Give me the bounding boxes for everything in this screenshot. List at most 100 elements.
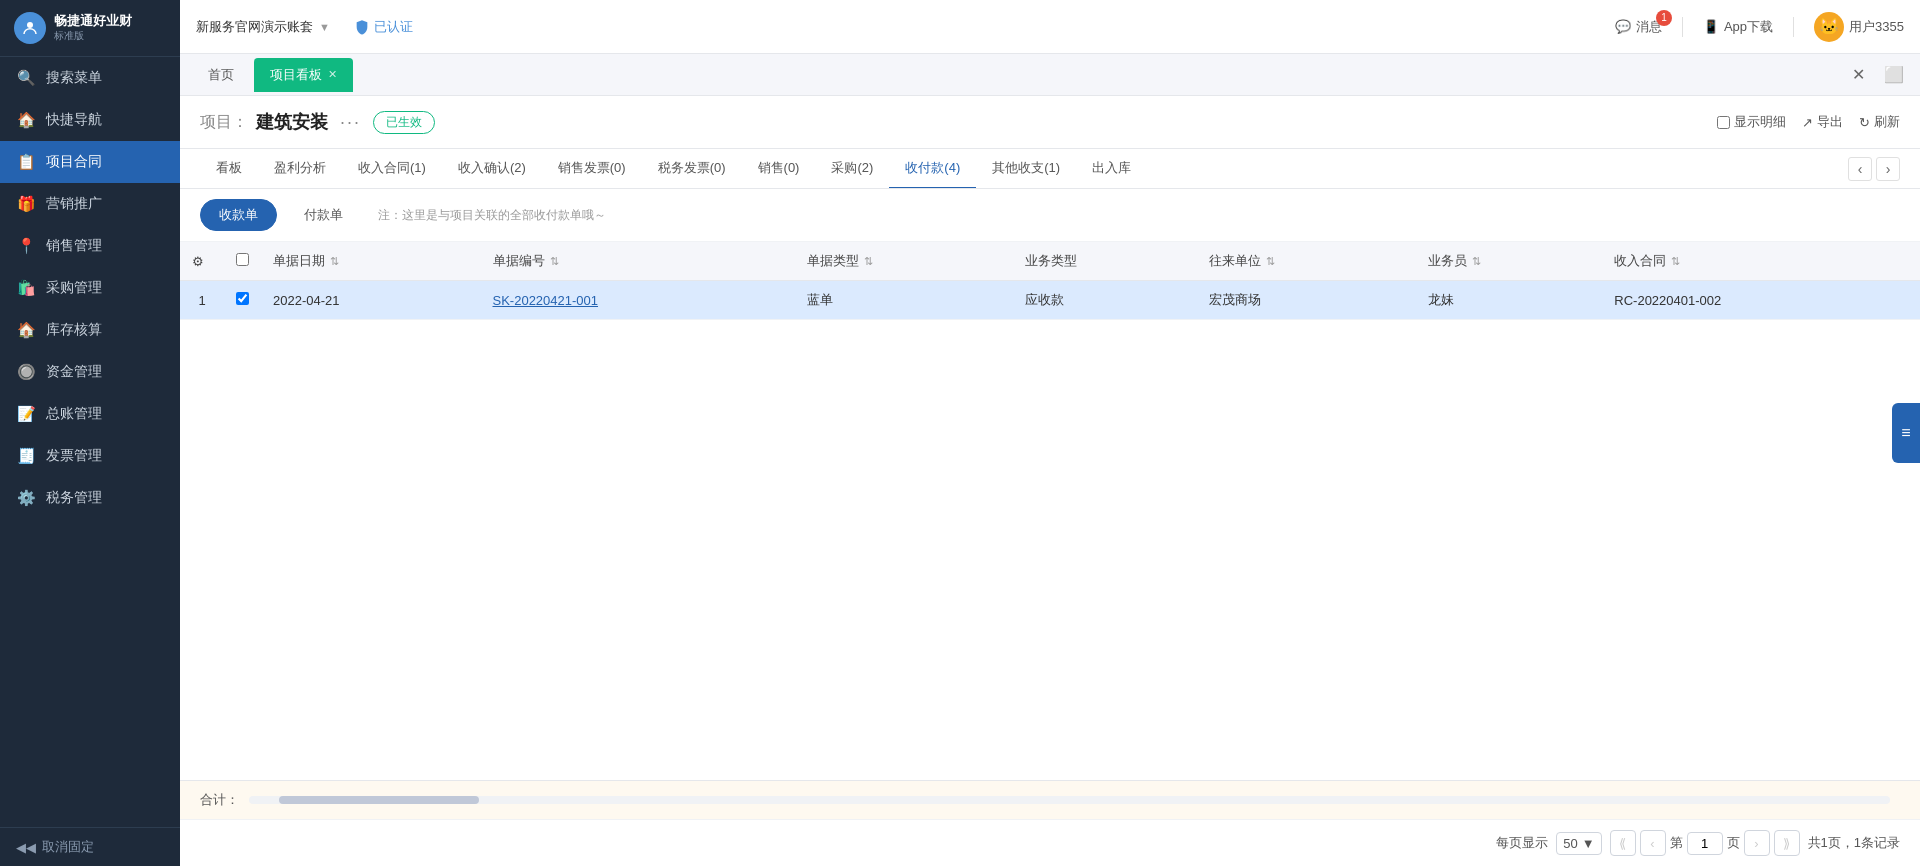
next-page-button[interactable]: › <box>1744 830 1770 856</box>
subtab-profit[interactable]: 盈利分析 <box>258 149 342 189</box>
show-detail-input[interactable] <box>1717 116 1730 129</box>
select-all-checkbox[interactable] <box>236 253 249 266</box>
window-maximize-button[interactable]: ⬜ <box>1880 61 1908 89</box>
partner-sort-icon[interactable]: ⇅ <box>1266 255 1275 268</box>
sidebar: 畅捷通好业财 标准版 🔍 搜索菜单 🏠 快捷导航 📋 项目合同 🎁 营销推广 📍… <box>0 0 180 866</box>
app-download-button[interactable]: 📱 App下载 <box>1703 18 1773 36</box>
th-code: 单据编号 ⇅ <box>481 242 795 281</box>
page-number-input[interactable] <box>1687 832 1723 855</box>
date-sort-icon[interactable]: ⇅ <box>330 255 339 268</box>
code-sort-icon[interactable]: ⇅ <box>550 255 559 268</box>
pagination: 每页显示 50 ▼ ⟪ ‹ 第 页 › ⟫ 共1页，1条记录 <box>180 819 1920 866</box>
th-date: 单据日期 ⇅ <box>261 242 481 281</box>
subtab-income-confirm[interactable]: 收入确认(2) <box>442 149 542 189</box>
sidebar-item-tax[interactable]: ⚙️ 税务管理 <box>0 477 180 519</box>
sidebar-item-quick-nav[interactable]: 🏠 快捷导航 <box>0 99 180 141</box>
topbar-right: 💬 消息 1 📱 App下载 🐱 用户3355 <box>1615 12 1904 42</box>
cancel-fixed-button[interactable]: ◀◀ 取消固定 <box>0 827 180 866</box>
sidebar-item-purchase[interactable]: 🛍️ 采购管理 <box>0 267 180 309</box>
marketing-icon: 🎁 <box>16 195 36 213</box>
tab-home[interactable]: 首页 <box>192 58 250 92</box>
subtab-income-contract[interactable]: 收入合同(1) <box>342 149 442 189</box>
svg-point-0 <box>27 22 33 28</box>
page-size-label: 每页显示 <box>1496 834 1548 852</box>
prev-page-button[interactable]: ‹ <box>1640 830 1666 856</box>
export-button[interactable]: ↗ 导出 <box>1802 113 1843 131</box>
sidebar-item-project-contract[interactable]: 📋 项目合同 <box>0 141 180 183</box>
inner-tabbar: 收款单 付款单 注：这里是与项目关联的全部收付款单哦～ <box>180 189 1920 242</box>
show-detail-checkbox[interactable]: 显示明细 <box>1717 113 1786 131</box>
subtab-tax-invoice[interactable]: 税务发票(0) <box>642 149 742 189</box>
first-page-button[interactable]: ⟪ <box>1610 830 1636 856</box>
floating-action-button[interactable]: ≡ <box>1892 403 1920 463</box>
sidebar-menu: 🔍 搜索菜单 🏠 快捷导航 📋 项目合同 🎁 营销推广 📍 销售管理 🛍️ 采购… <box>0 57 180 827</box>
subtab-prev-button[interactable]: ‹ <box>1848 157 1872 181</box>
topbar: 新服务官网演示账套 ▼ 已认证 💬 消息 1 📱 App下载 🐱 用户3 <box>180 0 1920 54</box>
app-version: 标准版 <box>54 29 132 43</box>
subtab-navigation: ‹ › <box>1848 157 1900 181</box>
phone-icon: 📱 <box>1703 19 1719 34</box>
pin-icon: ◀◀ <box>16 840 36 855</box>
tab-project-kanban[interactable]: 项目看板 ✕ <box>254 58 353 92</box>
gear-icon[interactable]: ⚙ <box>192 254 204 269</box>
subtab-kanban[interactable]: 看板 <box>200 149 258 189</box>
subtab-receipt[interactable]: 收付款(4) <box>889 149 976 189</box>
subtab-purchase[interactable]: 采购(2) <box>815 149 889 189</box>
contract-sort-icon[interactable]: ⇅ <box>1671 255 1680 268</box>
salesman-sort-icon[interactable]: ⇅ <box>1472 255 1481 268</box>
sales-icon: 📍 <box>16 237 36 255</box>
scrollbar-thumb[interactable] <box>279 796 479 804</box>
message-button[interactable]: 💬 消息 1 <box>1615 18 1662 36</box>
sidebar-item-search[interactable]: 🔍 搜索菜单 <box>0 57 180 99</box>
tabbar-actions: ✕ ⬜ <box>1844 61 1908 89</box>
refresh-button[interactable]: ↻ 刷新 <box>1859 113 1900 131</box>
user-menu[interactable]: 🐱 用户3355 <box>1814 12 1904 42</box>
sidebar-item-funds[interactable]: 🔘 资金管理 <box>0 351 180 393</box>
row-num: 1 <box>180 281 224 320</box>
purchase-icon: 🛍️ <box>16 279 36 297</box>
subtab-sales-invoice[interactable]: 销售发票(0) <box>542 149 642 189</box>
tab-close-button[interactable]: ✕ <box>328 68 337 81</box>
row-checkbox[interactable] <box>236 292 249 305</box>
row-code: SK-20220421-001 <box>481 281 795 320</box>
subtab-warehouse[interactable]: 出入库 <box>1076 149 1147 189</box>
subtab-next-button[interactable]: › <box>1876 157 1900 181</box>
sidebar-item-invoice[interactable]: 🧾 发票管理 <box>0 435 180 477</box>
search-icon: 🔍 <box>16 69 36 87</box>
row-income-contract: RC-20220401-002 <box>1602 281 1920 320</box>
project-more-button[interactable]: ··· <box>340 112 361 133</box>
app-logo-icon <box>14 12 46 44</box>
page-size-select[interactable]: 50 ▼ <box>1556 832 1601 855</box>
divider2 <box>1793 17 1794 37</box>
subtab-sales[interactable]: 销售(0) <box>742 149 816 189</box>
inner-tab-receipt[interactable]: 收款单 <box>200 199 277 231</box>
app-name: 畅捷通好业财 <box>54 13 132 30</box>
row-code-link[interactable]: SK-20220421-001 <box>493 293 599 308</box>
sidebar-item-inventory[interactable]: 🏠 库存核算 <box>0 309 180 351</box>
table-wrap: ⚙ 单据日期 ⇅ 单据编号 <box>180 242 1920 780</box>
subtab-other-income[interactable]: 其他收支(1) <box>976 149 1076 189</box>
sidebar-item-ledger[interactable]: 📝 总账管理 <box>0 393 180 435</box>
scrollbar-track[interactable] <box>249 796 1890 804</box>
inventory-icon: 🏠 <box>16 321 36 339</box>
avatar: 🐱 <box>1814 12 1844 42</box>
project-header: 项目： 建筑安装 ··· 已生效 显示明细 ↗ 导出 ↻ 刷新 <box>180 96 1920 149</box>
project-status-badge: 已生效 <box>373 111 435 134</box>
tab-bar: 首页 项目看板 ✕ ✕ ⬜ <box>180 54 1920 96</box>
window-close-button[interactable]: ✕ <box>1844 61 1872 89</box>
row-date: 2022-04-21 <box>261 281 481 320</box>
inner-tab-payment[interactable]: 付款单 <box>285 199 362 231</box>
invoice-icon: 🧾 <box>16 447 36 465</box>
sidebar-item-marketing[interactable]: 🎁 营销推广 <box>0 183 180 225</box>
content-area: 项目： 建筑安装 ··· 已生效 显示明细 ↗ 导出 ↻ 刷新 <box>180 96 1920 866</box>
account-name: 新服务官网演示账套 <box>196 18 313 36</box>
sidebar-item-sales[interactable]: 📍 销售管理 <box>0 225 180 267</box>
th-type: 单据类型 ⇅ <box>795 242 1013 281</box>
type-sort-icon[interactable]: ⇅ <box>864 255 873 268</box>
main-area: 新服务官网演示账套 ▼ 已认证 💬 消息 1 📱 App下载 🐱 用户3 <box>180 0 1920 866</box>
row-partner: 宏茂商场 <box>1197 281 1415 320</box>
project-name: 建筑安装 <box>256 110 328 134</box>
th-salesman: 业务员 ⇅ <box>1416 242 1603 281</box>
account-selector[interactable]: 新服务官网演示账套 ▼ <box>196 18 330 36</box>
last-page-button[interactable]: ⟫ <box>1774 830 1800 856</box>
